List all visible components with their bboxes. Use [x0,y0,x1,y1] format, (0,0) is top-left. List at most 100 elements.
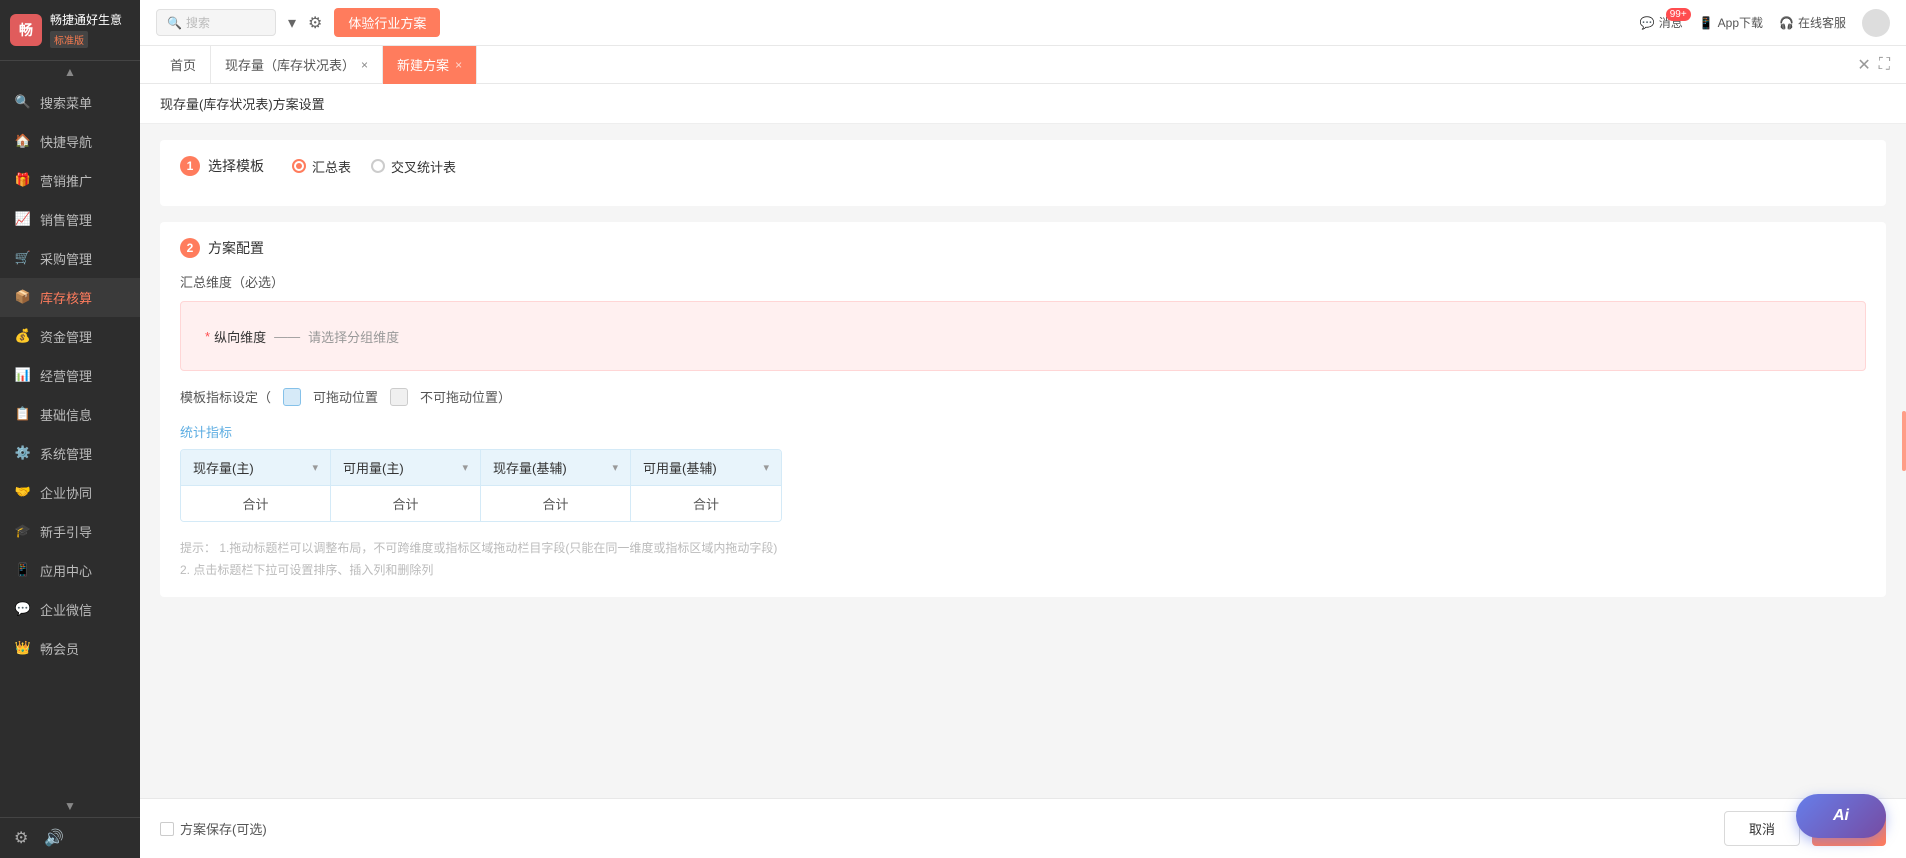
dim-arrow: —— [274,329,300,344]
app-icon: 📱 [14,561,32,579]
sidebar-item-label: 经营管理 [40,366,92,385]
sidebar-item-label: 应用中心 [40,561,92,580]
save-option[interactable]: 方案保存(可选) [160,819,267,838]
stats-col-2-header-cell: 可用量(主) ▾ [331,450,480,486]
sidebar-item-purchase[interactable]: 🛒 采购管理 [0,239,140,278]
sidebar-item-management[interactable]: 📊 经营管理 [0,356,140,395]
sidebar-scroll-down[interactable]: ▼ [0,795,140,817]
col-4-chevron[interactable]: ▾ [763,461,769,474]
tab-inventory[interactable]: 现存量（库存状况表） × [211,46,383,84]
topbar-dropdown[interactable]: ▾ [288,13,296,33]
sidebar-scroll-up[interactable]: ▲ [0,61,140,83]
stats-table-header: 现存量(主) ▾ 可用量(主) ▾ [181,450,781,486]
sidebar-item-finance[interactable]: 💰 资金管理 [0,317,140,356]
dim-vertical-label: 纵向维度 [214,327,266,346]
wechat-icon: 💬 [14,600,32,618]
stats-col-1-label: 现存量(主) [193,458,254,477]
tips-section: 提示： 1.拖动标题栏可以调整布局，不可跨维度或指标区域拖动栏目字段(只能在同一… [180,538,1866,581]
sidebar-item-collab[interactable]: 🤝 企业协同 [0,473,140,512]
handshake-icon: 🤝 [14,483,32,501]
sidebar-item-label: 销售管理 [40,210,92,229]
search-icon: 🔍 [14,93,32,111]
template-radio-group: 汇总表 交叉统计表 [292,157,456,176]
sidebar-item-sales[interactable]: 📈 销售管理 [0,200,140,239]
tabs-bar: 首页 现存量（库存状况表） × 新建方案 × ✕ ⛶ [140,46,1906,84]
radio-cross-label: 交叉统计表 [391,157,456,176]
tab-close-new-plan[interactable]: × [455,58,462,72]
sidebar-logo: 畅 畅捷通好生意 标准版 [0,0,140,61]
radio-summary[interactable]: 汇总表 [292,157,351,176]
sidebar-item-search[interactable]: 🔍 搜索菜单 [0,83,140,122]
radio-summary-label: 汇总表 [312,157,351,176]
cancel-button[interactable]: 取消 [1724,811,1800,846]
content-area: 现存量(库存状况表)方案设置 1 选择模板 汇总表 交叉统计表 [140,84,1906,798]
tab-close-btn[interactable]: ✕ [1857,55,1870,75]
step1-section: 1 选择模板 汇总表 交叉统计表 [160,140,1886,206]
tab-home[interactable]: 首页 [156,46,211,84]
sound-icon[interactable]: 🔊 [44,828,64,848]
dim-required-mark: * [205,329,210,344]
stats-col-1-body-cell: 合计 [181,486,330,521]
dim-label: 汇总维度（必选） [180,272,1866,291]
tab-maximize-btn[interactable]: ⛶ [1879,56,1890,74]
topbar-gear[interactable]: ⚙ [308,13,322,33]
cart-icon: 🛒 [14,249,32,267]
sidebar-scroll: 🔍 搜索菜单 🏠 快捷导航 🎁 营销推广 📈 销售管理 🛒 采购管理 📦 库存核… [0,83,140,795]
sidebar-item-member[interactable]: 👑 畅会员 [0,629,140,668]
sidebar-item-label: 库存核算 [40,288,92,307]
sidebar-item-guide[interactable]: 🎓 新手引导 [0,512,140,551]
sidebar-item-label: 营销推广 [40,171,92,190]
sidebar-item-marketing[interactable]: 🎁 营销推广 [0,161,140,200]
message-button[interactable]: 💬 消息 99+ [1640,14,1683,31]
stats-col-2-body: 合计 [331,486,481,521]
draggable-indicator-box [283,388,301,406]
chart-icon: 📊 [14,366,32,384]
sidebar-item-label: 基础信息 [40,405,92,424]
user-avatar[interactable] [1862,9,1890,37]
box-icon: 📦 [14,288,32,306]
message-icon: 💬 [1640,16,1655,30]
stats-col-4-label: 可用量(基辅) [643,458,717,477]
sidebar: 畅 畅捷通好生意 标准版 ▲ 🔍 搜索菜单 🏠 快捷导航 🎁 营销推广 📈 销售… [0,0,140,858]
headset-icon: 🎧 [1779,16,1794,30]
stats-col-2-header: 可用量(主) ▾ [331,450,481,486]
tab-close-inventory[interactable]: × [361,58,368,72]
sidebar-item-label: 企业微信 [40,600,92,619]
stats-col-4-header: 可用量(基辅) ▾ [631,450,781,486]
sidebar-item-basicinfo[interactable]: 📋 基础信息 [0,395,140,434]
sidebar-bottom: ⚙ 🔊 [0,817,140,858]
sidebar-item-apps[interactable]: 📱 应用中心 [0,551,140,590]
stats-col-3-header: 现存量(基辅) ▾ [481,450,631,486]
money-icon: 💰 [14,327,32,345]
stats-table: 现存量(主) ▾ 可用量(主) ▾ [180,449,782,522]
settings-icon[interactable]: ⚙ [14,828,28,848]
sidebar-item-label: 新手引导 [40,522,92,541]
col-3-chevron[interactable]: ▾ [612,461,618,474]
stats-col-4-body: 合计 [631,486,781,521]
message-badge: 99+ [1666,8,1691,21]
topbar-search: 🔍 搜索 [156,9,276,36]
sidebar-item-label: 采购管理 [40,249,92,268]
stats-col-3-label: 现存量(基辅) [493,458,567,477]
sidebar-item-system[interactable]: ⚙️ 系统管理 [0,434,140,473]
save-checkbox[interactable] [160,822,174,836]
sidebar-item-wechat[interactable]: 💬 企业微信 [0,590,140,629]
tip-2: 2. 点击标题栏下拉可设置排序、插入列和删除列 [180,560,1866,582]
radio-cross[interactable]: 交叉统计表 [371,157,456,176]
step2-header: 2 方案配置 [180,238,1866,258]
app-download-button[interactable]: 📱 App下载 [1699,14,1763,31]
ai-fab-button[interactable]: Ai [1796,794,1886,838]
stats-col-2-label: 可用量(主) [343,458,404,477]
gift-icon: 🎁 [14,171,32,189]
online-service-button[interactable]: 🎧 在线客服 [1779,14,1846,31]
col-1-chevron[interactable]: ▾ [312,461,318,474]
trial-button[interactable]: 体验行业方案 [334,8,440,37]
logo-text: 畅捷通好生意 标准版 [50,12,122,48]
step1-title: 选择模板 [208,156,264,176]
sidebar-item-quicknav[interactable]: 🏠 快捷导航 [0,122,140,161]
template-indicator-label: 模板指标设定（ [180,387,271,406]
col-2-chevron[interactable]: ▾ [462,461,468,474]
sidebar-item-inventory[interactable]: 📦 库存核算 [0,278,140,317]
stats-label: 统计指标 [180,422,1866,441]
tab-new-plan[interactable]: 新建方案 × [383,46,477,84]
